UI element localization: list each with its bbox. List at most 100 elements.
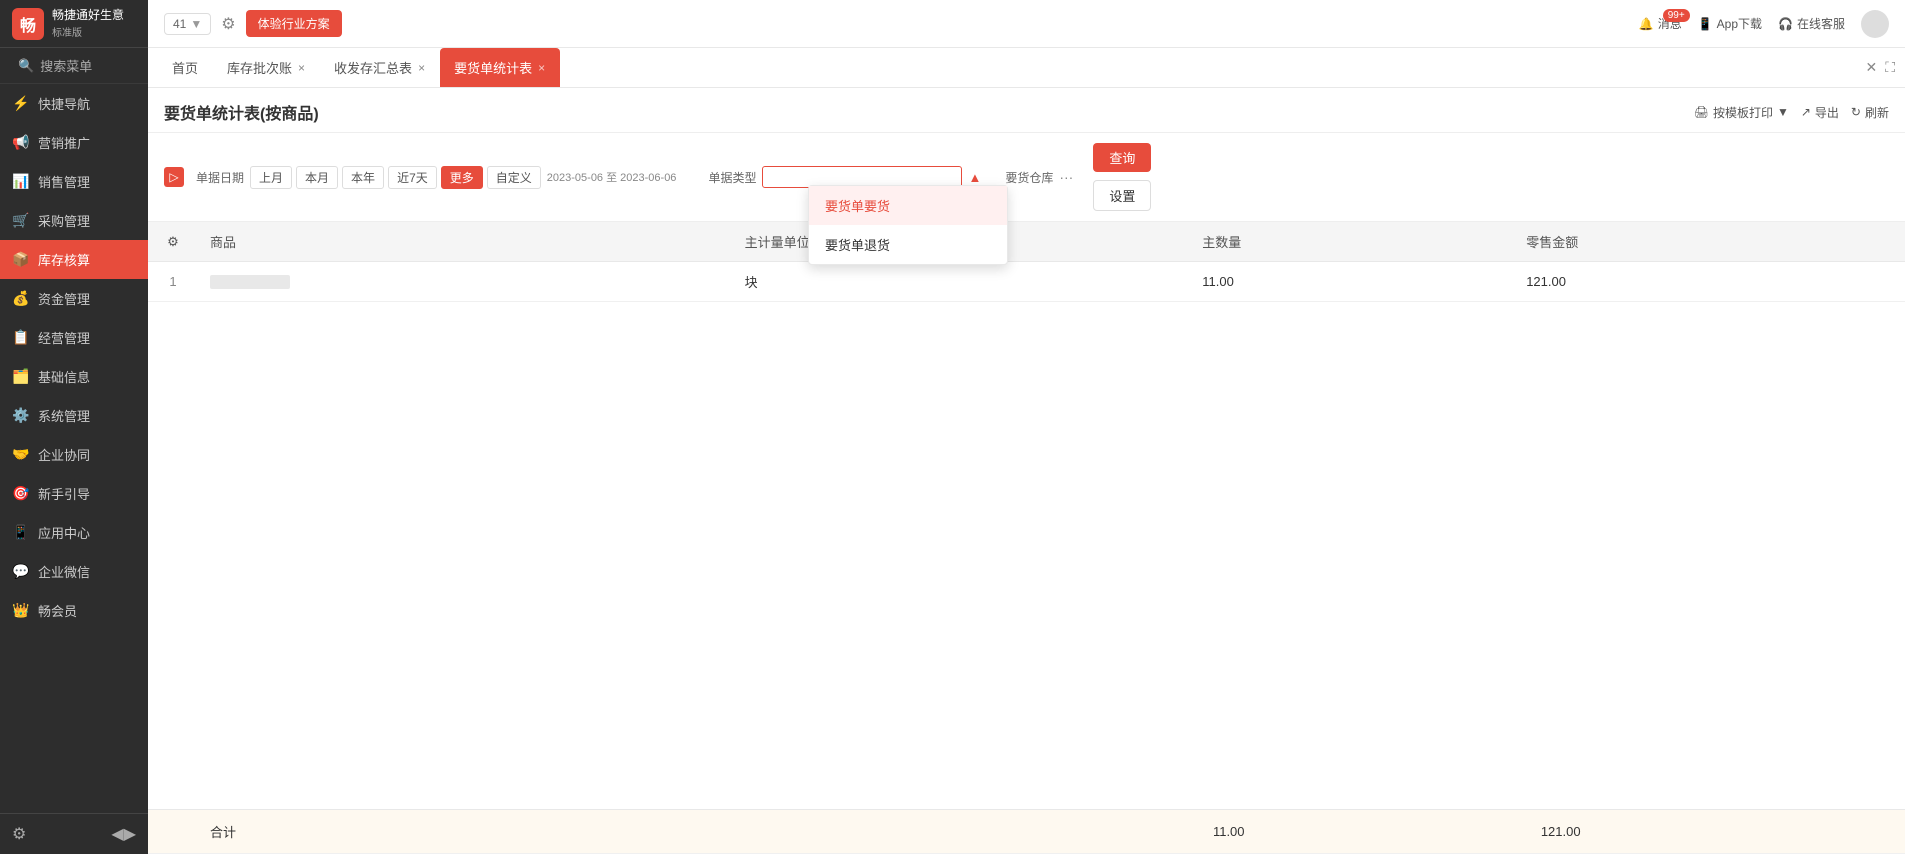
online-service-label: 在线客服: [1797, 15, 1845, 32]
bell-icon: 🔔: [1639, 17, 1654, 31]
sidebar-item-wechat[interactable]: 💬 企业微信: [0, 552, 148, 591]
sidebar-item-guide[interactable]: 🎯 新手引导: [0, 474, 148, 513]
sidebar-search-label: 搜索菜单: [40, 56, 92, 75]
type-filter-chevron-up-icon[interactable]: ▲: [968, 170, 981, 185]
chevron-down-icon: ▼: [190, 17, 202, 31]
export-label: 导出: [1815, 104, 1839, 121]
tab-inventory-batch-close[interactable]: ×: [298, 61, 305, 75]
sidebar-item-purchase[interactable]: 🛒 采购管理: [0, 201, 148, 240]
mobile-icon: 📱: [12, 524, 30, 542]
tab-order-summary[interactable]: 要货单统计表 ×: [440, 48, 560, 87]
avatar[interactable]: [1861, 10, 1889, 38]
sidebar-item-label: 资金管理: [38, 289, 90, 308]
topbar-select[interactable]: 41 ▼: [164, 13, 211, 35]
main-area: 41 ▼ ⚙ 体验行业方案 🔔 消息 99+ 📱 App下载 🎧 在线客服: [148, 0, 1905, 854]
date-range-display: 2023-05-06 至 2023-06-06: [547, 169, 677, 185]
warehouse-more-icon[interactable]: ···: [1059, 169, 1073, 185]
settings-icon[interactable]: ⚙: [12, 824, 26, 844]
dropdown-item-order-goods[interactable]: 要货单要货: [809, 186, 1007, 225]
flash-icon: ⚡: [12, 95, 30, 113]
print-chevron-icon: ▼: [1777, 105, 1789, 119]
date-filter-group: 单据日期 上月 本月 本年 近7天 更多 自定义 2023-05-06 至 20…: [196, 166, 676, 189]
tabs-right: ✕ ⛶: [1865, 59, 1895, 76]
sidebar-item-label: 系统管理: [38, 406, 90, 425]
tab-order-summary-close[interactable]: ×: [538, 61, 545, 75]
page-actions: 🖨 按模板打印 ▼ ↗ 导出 ↻ 刷新: [1694, 104, 1889, 121]
sidebar-item-system[interactable]: ⚙️ 系统管理: [0, 396, 148, 435]
online-service-button[interactable]: 🎧 在线客服: [1778, 15, 1845, 32]
type-filter-label: 单据类型: [708, 169, 756, 186]
refresh-label: 刷新: [1865, 104, 1889, 121]
tab-inventory-batch[interactable]: 库存批次账 ×: [213, 48, 320, 87]
date-btn-last-7-days[interactable]: 近7天: [388, 166, 437, 189]
megaphone-icon: 📢: [12, 134, 30, 152]
total-amount: 121.00: [1529, 810, 1905, 854]
app-download-button[interactable]: 📱 App下载: [1698, 15, 1762, 32]
sidebar-item-sales[interactable]: 📊 销售管理: [0, 162, 148, 201]
date-filter-buttons: 上月 本月 本年 近7天 更多 自定义: [250, 166, 541, 189]
expand-tabs-icon[interactable]: ⛶: [1885, 59, 1895, 76]
sidebar-item-app[interactable]: 📱 应用中心: [0, 513, 148, 552]
tabs-bar: 首页 库存批次账 × 收发存汇总表 × 要货单统计表 × ✕ ⛶: [148, 48, 1905, 88]
sidebar-item-marketing[interactable]: 📢 营销推广: [0, 123, 148, 162]
sidebar-menu: ⚡ 快捷导航 📢 营销推广 📊 销售管理 🛒 采购管理 📦 库存核算 💰 资金管…: [0, 84, 148, 813]
topbar-select-value: 41: [173, 17, 186, 31]
sidebar-item-operation[interactable]: 📋 经营管理: [0, 318, 148, 357]
sidebar-item-label: 营销推广: [38, 133, 90, 152]
total-table-row: 合计 11.00 121.00: [148, 810, 1905, 854]
settings-button[interactable]: 设置: [1093, 180, 1151, 211]
data-table: ⚙ 商品 主计量单位 主数量 零售金额 1: [148, 222, 1905, 302]
sidebar-item-label: 企业微信: [38, 562, 90, 581]
date-btn-this-year[interactable]: 本年: [342, 166, 384, 189]
date-filter-label: 单据日期: [196, 169, 244, 186]
date-btn-more[interactable]: 更多: [441, 166, 483, 189]
tab-order-summary-label: 要货单统计表: [454, 58, 532, 77]
table-row: 1 块 11.00 121.00: [148, 262, 1905, 302]
sidebar-item-label: 新手引导: [38, 484, 90, 503]
print-button[interactable]: 🖨 按模板打印 ▼: [1694, 104, 1789, 121]
sidebar-item-inventory[interactable]: 📦 库存核算: [0, 240, 148, 279]
tab-receivable-summary-close[interactable]: ×: [418, 61, 425, 75]
sidebar-item-member[interactable]: 👑 畅会员: [0, 591, 148, 630]
col-settings[interactable]: ⚙: [148, 222, 198, 262]
collapse-icon[interactable]: ◀▶: [111, 824, 136, 844]
sidebar-header: 畅 畅捷通好生意 标准版: [0, 0, 148, 48]
sidebar-item-label: 销售管理: [38, 172, 90, 191]
tab-home[interactable]: 首页: [158, 48, 213, 87]
total-label: 合计: [198, 810, 493, 854]
topbar-right: 🔔 消息 99+ 📱 App下载 🎧 在线客服: [1639, 10, 1889, 38]
sidebar-item-enterprise[interactable]: 🤝 企业协同: [0, 435, 148, 474]
sidebar-item-quick-nav[interactable]: ⚡ 快捷导航: [0, 84, 148, 123]
warehouse-filter-label: 要货仓库: [1005, 169, 1053, 186]
date-btn-last-month[interactable]: 上月: [250, 166, 292, 189]
sidebar-item-label: 企业协同: [38, 445, 90, 464]
sidebar-item-label: 基础信息: [38, 367, 90, 386]
total-table: 合计 11.00 121.00: [148, 810, 1905, 854]
clipboard-icon: 📋: [12, 329, 30, 347]
export-button[interactable]: ↗ 导出: [1801, 104, 1839, 121]
date-btn-this-month[interactable]: 本月: [296, 166, 338, 189]
headset-icon: 🎧: [1778, 17, 1793, 31]
messages-button[interactable]: 🔔 消息 99+: [1639, 15, 1682, 32]
tab-receivable-summary[interactable]: 收发存汇总表 ×: [320, 48, 440, 87]
refresh-icon: ↻: [1851, 105, 1861, 119]
refresh-button[interactable]: ↻ 刷新: [1851, 104, 1889, 121]
dropdown-item-order-return[interactable]: 要货单退货: [809, 225, 1007, 264]
total-quantity: 11.00: [1201, 810, 1529, 854]
page-title: 要货单统计表(按商品): [164, 100, 319, 124]
topbar-gear-icon[interactable]: ⚙: [221, 14, 235, 34]
sidebar-item-finance[interactable]: 💰 资金管理: [0, 279, 148, 318]
industry-solution-button[interactable]: 体验行业方案: [246, 10, 342, 37]
tab-receivable-summary-label: 收发存汇总表: [334, 58, 412, 77]
close-all-tabs-icon[interactable]: ✕: [1865, 59, 1877, 76]
sidebar-item-label: 经营管理: [38, 328, 90, 347]
sidebar-item-basic[interactable]: 🗂️ 基础信息: [0, 357, 148, 396]
sidebar-item-label: 应用中心: [38, 523, 90, 542]
filter-expand-button[interactable]: ▷: [164, 167, 184, 187]
date-btn-custom[interactable]: 自定义: [487, 166, 541, 189]
query-button[interactable]: 查询: [1093, 143, 1151, 172]
content-area: 要货单统计表(按商品) 🖨 按模板打印 ▼ ↗ 导出 ↻ 刷新: [148, 88, 1905, 854]
sidebar-search[interactable]: 🔍 搜索菜单: [0, 48, 148, 84]
sidebar-item-label: 畅会员: [38, 601, 77, 620]
chat-icon: 💬: [12, 563, 30, 581]
